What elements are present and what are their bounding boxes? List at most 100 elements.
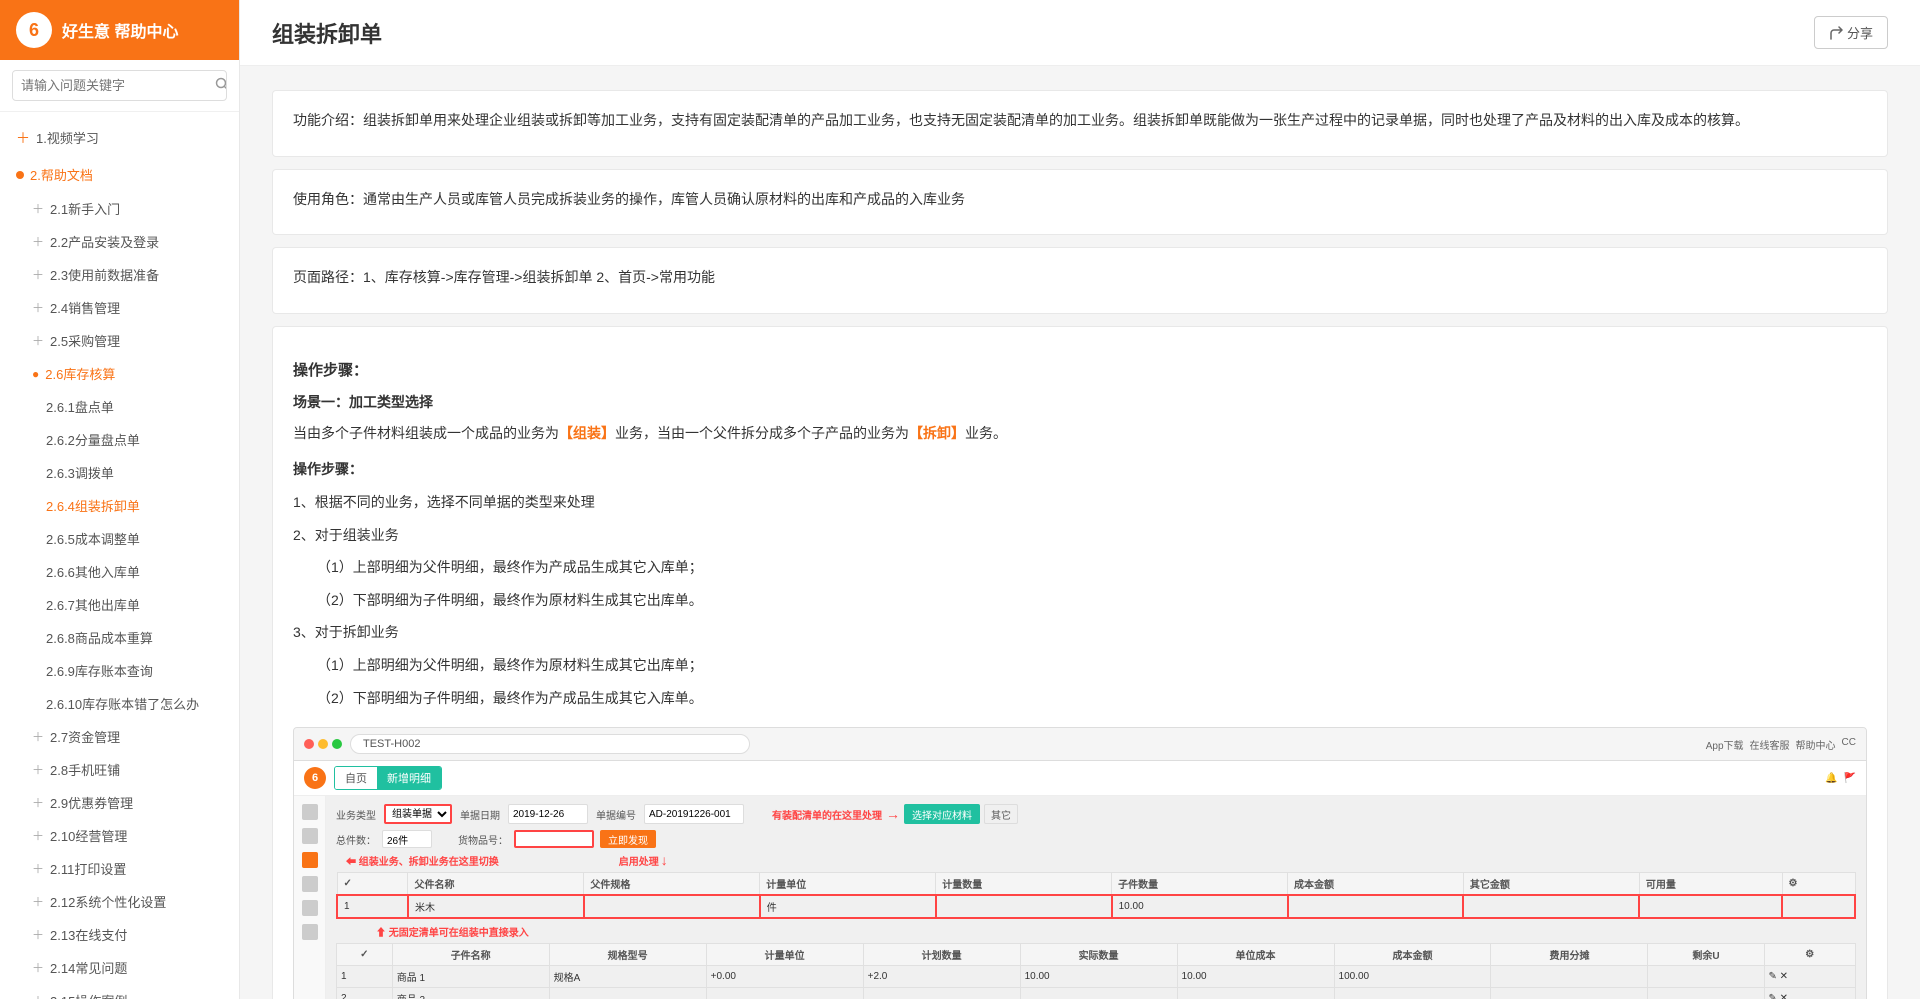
sidebar-item-videos[interactable]: ＋ 1.视频学习 [0,120,239,155]
intro-text: 功能介绍：组装拆卸单用来处理企业组装或拆卸等加工业务，支持有固定装配清单的产品加… [293,107,1867,134]
sidebar-leaf-2-6-7[interactable]: 2.6.7其他出库单 [0,588,239,621]
sidebar-leaf-2-6-10[interactable]: 2.6.10库存账本错了怎么办 [0,687,239,720]
plus-sm-icon: ＋ [32,827,44,844]
mock-material-input[interactable] [514,830,594,848]
mock-date-input[interactable] [508,804,588,824]
plus-sm-icon: ＋ [32,893,44,910]
mock-annotation-3-area: ⬅ 组装业务、拆卸业务在这里切换 启用处理 ↓ [336,852,1856,868]
mock-child-table: ✓ 子件名称 规格型号 计量单位 计划数量 实际数量 单位成本 成本金额 费用分… [336,943,1856,999]
sidebar-item-2-4[interactable]: ＋ 2.4销售管理 [0,291,239,324]
mock-form-row-1: 业务类型 组装单据 拆卸单据 单据日期 单据编号 有装配清单的在这里 [336,804,1856,824]
step3: 3、对于拆卸业务 [293,619,1867,646]
mock-annotation-1-area: 有装配清单的在这里处理 → 选择对应材料 其它 [772,804,1018,824]
sidebar-leaf-2-6-3[interactable]: 2.6.3调拨单 [0,456,239,489]
step1: 1、根据不同的业务，选择不同单据的类型来处理 [293,489,1867,516]
mock-annotation-4: 启用处理 [619,853,659,868]
ops-label: 操作步骤： [293,359,1867,380]
sidebar-item-2-10[interactable]: ＋ 2.10经营管理 [0,819,239,852]
mock-other-btn[interactable]: 其它 [984,804,1018,824]
mock-icon-5 [302,900,318,916]
sidebar-item-2-14[interactable]: ＋ 2.14常见问题 [0,951,239,984]
mock-count-input[interactable] [382,830,432,848]
sidebar-item-2-1[interactable]: ＋ 2.1新手入门 [0,192,239,225]
mock-form-row-2: 总件数： 货物品号： 立即发现 [336,830,1856,848]
mock-icon-6 [302,924,318,940]
sidebar-item-2-7[interactable]: ＋ 2.7资金管理 [0,720,239,753]
mock-arrow-4: ↓ [661,852,668,868]
sidebar-item-docs[interactable]: 2.帮助文档 [0,157,239,192]
step3-sub1: （1）上部明细为父件明细，最终作为原材料生成其它出库单； [317,652,1867,679]
sidebar-item-2-5[interactable]: ＋ 2.5采购管理 [0,324,239,357]
path-block: 页面路径：1、库存核算->库存管理->组装拆卸单 2、首页->常用功能 [272,247,1888,314]
mock-body: 业务类型 组装单据 拆卸单据 单据日期 单据编号 有装配清单的在这里 [294,796,1866,999]
minus-icon: ● [32,367,39,381]
sidebar-item-2-9[interactable]: ＋ 2.9优惠券管理 [0,786,239,819]
main-area: 组装拆卸单 分享 功能介绍：组装拆卸单用来处理企业组装或拆卸等加工业务，支持有固… [240,0,1920,999]
active-dot [16,171,24,179]
mock-number-input[interactable] [644,804,744,824]
mock-apply-btn[interactable]: 立即发现 [600,830,656,848]
sidebar-item-2-12[interactable]: ＋ 2.12系统个性化设置 [0,885,239,918]
ops-block: 操作步骤： 场景一：加工类型选择 当由多个子件材料组装成一个成品的业务为【组装】… [272,326,1888,999]
mock-parent-thead: ✓ 父件名称 父件规格 计量单位 计量数量 子件数量 成本金额 其它金额 可用量 [337,873,1855,896]
plus-sm-icon: ＋ [32,761,44,778]
sidebar-item-2-6[interactable]: ● 2.6库存核算 [0,357,239,390]
search-button[interactable] [205,71,227,100]
step3-sub2: （2）下部明细为子件明细，最终作为产成品生成其它入库单。 [317,685,1867,712]
mock-number-label: 单据编号 [596,807,636,822]
sidebar-item-2-8[interactable]: ＋ 2.8手机旺铺 [0,753,239,786]
page-title: 组装拆卸单 [272,17,382,49]
mock-tab-new[interactable]: 新增明细 [377,767,441,789]
search-input[interactable] [13,72,205,99]
scenario1-desc: 当由多个子件材料组装成一个成品的业务为【组装】业务，当由一个父件拆分成多个子产品… [293,420,1867,447]
mock-arrow-1: → [886,806,900,822]
sidebar-item-2-13[interactable]: ＋ 2.13在线支付 [0,918,239,951]
mock-parent-tbody: 1 米木 件 10.00 [337,895,1855,918]
mock-icon-bar [294,796,326,999]
ops-steps-label: 操作步骤： [293,456,1867,483]
url-bar: TEST-H002 [350,734,750,754]
plus-sm-icon: ＋ [32,728,44,745]
nav-section-2: 2.帮助文档 ＋ 2.1新手入门 ＋ 2.2产品安装及登录 ＋ 2.3使用前数据… [0,157,239,999]
mock-form-area: 业务类型 组装单据 拆卸单据 单据日期 单据编号 有装配清单的在这里 [326,796,1866,999]
mock-count-label: 总件数： [336,832,376,847]
mock-toolbar-right: 🔔 🚩 [1825,773,1856,784]
mock-annotation-3: ⬅ 组装业务、拆卸业务在这里切换 [346,853,499,868]
main-content: 功能介绍：组装拆卸单用来处理企业组装或拆卸等加工业务，支持有固定装配清单的产品加… [240,66,1920,999]
sidebar-item-2-15[interactable]: ＋ 2.15操作案例 [0,984,239,999]
plus-sm-icon: ＋ [32,266,44,283]
sidebar-leaf-2-6-1[interactable]: 2.6.1盘点单 [0,390,239,423]
mock-icon-3 [302,852,318,868]
sidebar-leaf-2-6-9[interactable]: 2.6.9库存账本查询 [0,654,239,687]
mock-type-select[interactable]: 组装单据 拆卸单据 [384,804,452,824]
plus-sm-icon: ＋ [32,794,44,811]
plus-icon-1: ＋ [16,131,30,145]
role-text: 使用角色：通常由生产人员或库管人员完成拆装业务的操作，库管人员确认原材料的出库和… [293,186,1867,213]
sidebar-item-2-3[interactable]: ＋ 2.3使用前数据准备 [0,258,239,291]
role-block: 使用角色：通常由生产人员或库管人员完成拆装业务的操作，库管人员确认原材料的出库和… [272,169,1888,236]
mock-logo: 6 [304,767,326,789]
sidebar-leaf-2-6-8[interactable]: 2.6.8商品成本重算 [0,621,239,654]
plus-sm-icon: ＋ [32,959,44,976]
mock-child-thead: ✓ 子件名称 规格型号 计量单位 计划数量 实际数量 单位成本 成本金额 费用分… [337,944,1856,966]
sidebar-leaf-2-6-4[interactable]: 2.6.4组装拆卸单 [0,489,239,522]
screenshot-mockup: TEST-H002 App下载 在线客服 帮助中心 CC 6 自页 新增明细 [293,727,1867,999]
mock-select-material-btn[interactable]: 选择对应材料 [904,804,980,824]
logo-icon: 6 [16,12,52,48]
sidebar-leaf-2-6-6[interactable]: 2.6.6其他入库单 [0,555,239,588]
mock-child-tbody: 1 商品 1 规格A +0.00 +2.0 10.00 10.00 100.00 [337,966,1856,999]
sidebar-leaf-2-6-5[interactable]: 2.6.5成本调整单 [0,522,239,555]
mock-annotation-1: 有装配清单的在这里处理 [772,807,882,822]
mock-child-row-2: 2 商品 2 ✎ ✕ [337,988,1856,999]
share-button[interactable]: 分享 [1814,16,1888,49]
sidebar-leaf-2-6-2[interactable]: 2.6.2分量盘点单 [0,423,239,456]
mock-tab-home[interactable]: 自页 [335,767,377,789]
browser-actions: App下载 在线客服 帮助中心 CC [1706,737,1856,752]
mock-icon-2 [302,828,318,844]
main-header: 组装拆卸单 分享 [240,0,1920,66]
sidebar-item-2-2[interactable]: ＋ 2.2产品安装及登录 [0,225,239,258]
sidebar-item-2-11[interactable]: ＋ 2.11打印设置 [0,852,239,885]
step2-sub2: （2）下部明细为子件明细，最终作为原材料生成其它出库单。 [317,587,1867,614]
mock-parent-table: ✓ 父件名称 父件规格 计量单位 计量数量 子件数量 成本金额 其它金额 可用量 [336,872,1856,919]
plus-sm-icon: ＋ [32,332,44,349]
